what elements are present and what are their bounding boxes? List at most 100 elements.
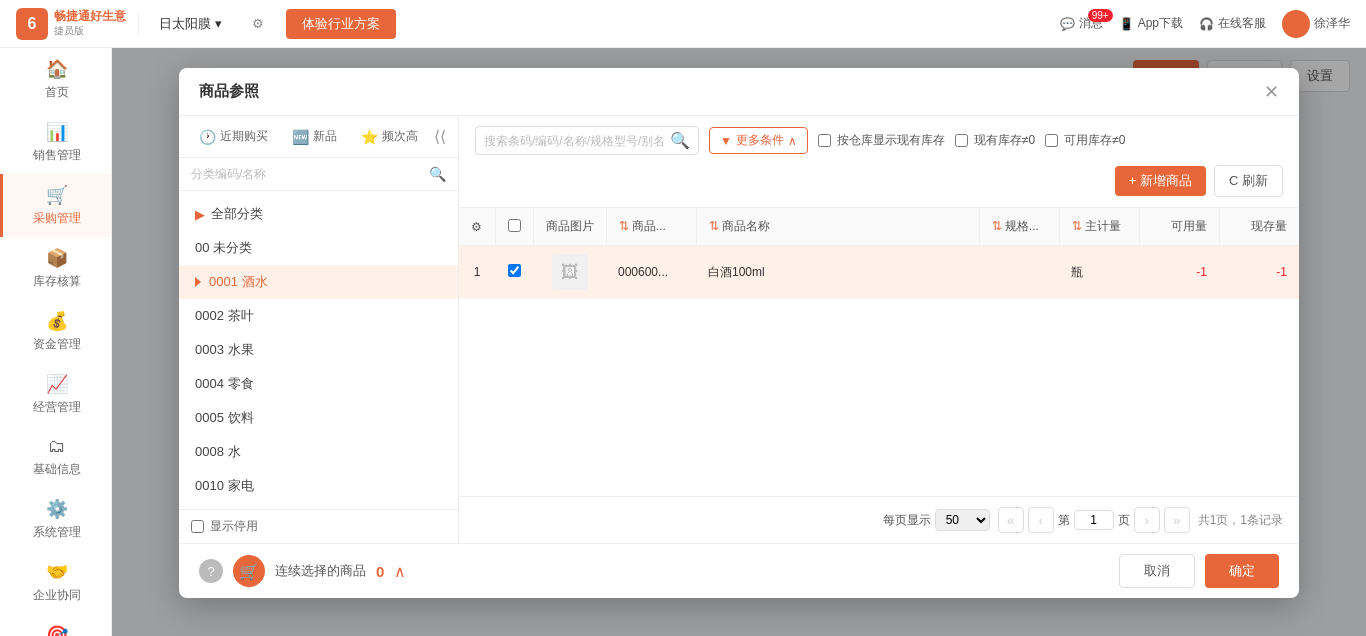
category-item-0005[interactable]: 0005 饮料 [179,401,458,435]
more-filters-button[interactable]: ▼ 更多条件 ∧ [709,127,808,154]
logo-sub: 捷员版 [54,24,126,38]
category-item-0003[interactable]: 0003 水果 [179,333,458,367]
selected-items-count: 0 [376,563,384,580]
row-code-cell: 000600... [606,246,696,299]
category-item-0001[interactable]: 0001 酒水 [179,265,458,299]
confirm-button[interactable]: 确定 [1205,554,1279,588]
sidebar-item-basic[interactable]: 🗂 基础信息 [0,426,111,488]
store-name: 日太阳膜 [159,15,211,33]
store-selector[interactable]: 日太阳膜 ▾ [151,11,230,37]
sidebar-item-purchase[interactable]: 🛒 采购管理 [0,174,111,237]
warehouse-checkbox[interactable] [818,134,831,147]
sidebar-item-guide[interactable]: 🎯 新手引导 [0,614,111,636]
category-item-all[interactable]: ▶ 全部分类 [179,197,458,231]
settings-icon[interactable]: ⚙ [242,8,274,40]
page-size-selector: 每页显示 10 20 50 100 [883,509,990,531]
row-spec-cell [979,246,1059,299]
tab-frequent[interactable]: ⭐ 频次高 [353,124,426,149]
sidebar-item-system[interactable]: ⚙️ 系统管理 [0,488,111,551]
notifications-button[interactable]: 💬 消息 99+ [1060,15,1103,32]
logo-icon: 6 [16,8,48,40]
sales-icon: 📊 [46,121,68,143]
topbar-right: 💬 消息 99+ 📱 App下载 🎧 在线客服 徐泽华 [1060,10,1350,38]
available-nonzero-checkbox[interactable] [1045,134,1058,147]
category-item-0004[interactable]: 0004 零食 [179,367,458,401]
sidebar-item-system-label: 系统管理 [33,524,81,541]
sidebar-item-finance[interactable]: 💰 资金管理 [0,300,111,363]
col-name[interactable]: ⇅ 商品名称 [696,208,979,246]
category-list: ▶ 全部分类 00 未分类 0001 酒水 0002 茶叶 [179,191,458,509]
category-0005-label: 0005 饮料 [195,409,254,427]
col-unit[interactable]: ⇅ 主计量 [1059,208,1139,246]
warehouse-label: 按仓库显示现有库存 [837,132,945,149]
display-disabled-row: 显示停用 [179,509,458,543]
basic-icon: 🗂 [48,436,66,457]
refresh-products-button[interactable]: C 刷新 [1214,165,1283,197]
table-row[interactable]: 1 🖼 000600... 白酒100ml [459,246,1299,299]
display-disabled-checkbox[interactable] [191,520,204,533]
category-item-0008[interactable]: 0008 水 [179,435,458,469]
category-0003-label: 0003 水果 [195,341,254,359]
row-checkbox[interactable] [508,264,521,277]
add-product-button[interactable]: + 新增商品 [1115,166,1206,196]
category-item-0002[interactable]: 0002 茶叶 [179,299,458,333]
warehouse-filter-group: 按仓库显示现有库存 [818,132,945,149]
help-icon[interactable]: ? [199,559,223,583]
sidebar: 🏠 首页 📊 销售管理 🛒 采购管理 📦 库存核算 💰 资金管理 📈 经营管理 … [0,48,112,636]
selected-items-label: 连续选择的商品 [275,562,366,580]
col-settings[interactable]: ⚙ [459,208,495,246]
collapse-selected-button[interactable]: ∧ [394,562,406,581]
cart-icon[interactable]: 🛒 [233,555,265,587]
cancel-button[interactable]: 取消 [1119,554,1195,588]
last-page-button[interactable]: » [1164,507,1190,533]
category-search-input[interactable] [191,167,423,181]
sidebar-item-home[interactable]: 🏠 首页 [0,48,111,111]
row-checkbox-cell[interactable] [495,246,533,299]
category-item-0010[interactable]: 0010 家电 [179,469,458,503]
col-spec[interactable]: ⇅ 规格... [979,208,1059,246]
user-menu[interactable]: 徐泽华 [1282,10,1350,38]
prev-page-button[interactable]: ‹ [1028,507,1054,533]
tab-recent-label: 近期购买 [220,128,268,145]
avatar [1282,10,1310,38]
app-download-button[interactable]: 📱 App下载 [1119,15,1183,32]
product-table-wrap: ⚙ 商品图片 ⇅ 商品... [459,208,1299,496]
sidebar-item-sales-label: 销售管理 [33,147,81,164]
collapse-left-panel-button[interactable]: ⟨⟨ [434,127,446,146]
product-search-button[interactable]: 🔍 [670,131,690,150]
available-nonzero-label: 可用库存≠0 [1064,132,1125,149]
sort-code-icon: ⇅ [619,219,629,233]
filter-icon: ▼ [720,134,732,148]
select-all-checkbox[interactable] [508,219,521,232]
sidebar-item-enterprise[interactable]: 🤝 企业协同 [0,551,111,614]
next-page-button[interactable]: › [1134,507,1160,533]
col-avail: 可用量 [1139,208,1219,246]
tab-recent[interactable]: 🕐 近期购买 [191,124,276,149]
online-service-button[interactable]: 🎧 在线客服 [1199,15,1266,32]
bell-icon: 💬 [1060,17,1075,31]
category-item-00[interactable]: 00 未分类 [179,231,458,265]
sidebar-item-basic-label: 基础信息 [33,461,81,478]
home-icon: 🏠 [46,58,68,80]
enterprise-icon: 🤝 [46,561,68,583]
modal-body: 🕐 近期购买 🆕 新品 ⭐ 频次高 ⟨⟨ [179,116,1299,543]
sidebar-item-finance-label: 资金管理 [33,336,81,353]
sidebar-item-home-label: 首页 [45,84,69,101]
col-code[interactable]: ⇅ 商品... [606,208,696,246]
sidebar-item-operations[interactable]: 📈 经营管理 [0,363,111,426]
sidebar-item-sales[interactable]: 📊 销售管理 [0,111,111,174]
page-number-input[interactable] [1074,510,1114,530]
modal-footer: ? 🛒 连续选择的商品 0 ∧ 取消 确定 [179,543,1299,598]
nonzero-label: 现有库存≠0 [974,132,1035,149]
sidebar-item-enterprise-label: 企业协同 [33,587,81,604]
notifications-badge: 99+ [1088,9,1113,22]
product-search-input[interactable] [484,134,664,148]
nonzero-checkbox[interactable] [955,134,968,147]
first-page-button[interactable]: « [998,507,1024,533]
page-size-select[interactable]: 10 20 50 100 [935,509,990,531]
tab-new[interactable]: 🆕 新品 [284,124,345,149]
sidebar-item-inventory[interactable]: 📦 库存核算 [0,237,111,300]
trial-button[interactable]: 体验行业方案 [286,9,396,39]
category-search-icon[interactable]: 🔍 [429,166,446,182]
modal-close-button[interactable]: ✕ [1264,83,1279,101]
